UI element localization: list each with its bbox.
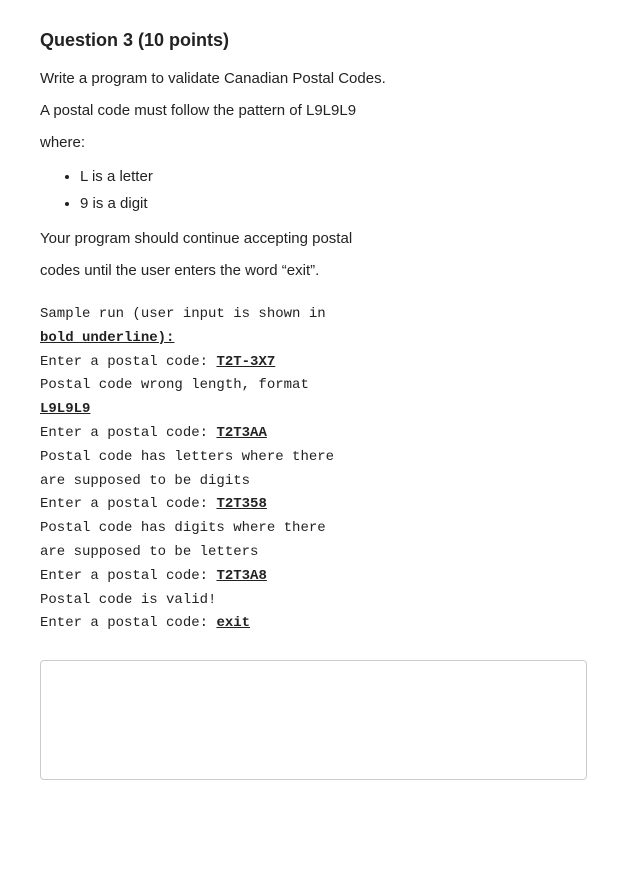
enter-prompt-1: Enter a postal code: (40, 354, 216, 370)
code-box[interactable] (40, 660, 587, 780)
description-line3: where: (40, 131, 587, 155)
enter-prompt-4: Enter a postal code: (40, 568, 216, 584)
description-line5: codes until the user enters the word “ex… (40, 259, 587, 283)
enter-prompt-5: Enter a postal code: (40, 615, 216, 631)
user-input-3: T2T358 (216, 496, 266, 512)
sample-line-11: Enter a postal code: exit (40, 612, 587, 636)
bold-underline-label: bold underline): (40, 330, 174, 346)
enter-prompt-2: Enter a postal code: (40, 425, 216, 441)
sample-run-header-line1: Sample run (user input is shown in (40, 303, 587, 327)
valid-msg: Postal code is valid! (40, 592, 216, 608)
sample-line-5: are supposed to be digits (40, 470, 587, 494)
sample-line-9: Enter a postal code: T2T3A8 (40, 565, 587, 589)
sample-line-3: Enter a postal code: T2T3AA (40, 422, 587, 446)
format-label: L9L9L9 (40, 401, 90, 417)
user-input-5: exit (216, 615, 250, 631)
supposed-letters-msg: are supposed to be letters (40, 544, 258, 560)
sample-run-header-line2: bold underline): (40, 327, 587, 351)
wrong-length-msg: Postal code wrong length, format (40, 377, 309, 393)
description-line1: Write a program to validate Canadian Pos… (40, 67, 587, 91)
description-line2: A postal code must follow the pattern of… (40, 99, 587, 123)
bullet-list: L is a letter 9 is a digit (80, 163, 587, 217)
user-input-2: T2T3AA (216, 425, 266, 441)
user-input-1: T2T-3X7 (216, 354, 275, 370)
sample-line-1: Enter a postal code: T2T-3X7 (40, 351, 587, 375)
digits-where-msg: Postal code has digits where there (40, 520, 326, 536)
description-line4: Your program should continue accepting p… (40, 227, 587, 251)
bullet-item-letter: L is a letter (80, 163, 587, 190)
bullet-item-digit: 9 is a digit (80, 190, 587, 217)
sample-run-label: Sample run (user input is shown in (40, 306, 326, 322)
enter-prompt-3: Enter a postal code: (40, 496, 216, 512)
sample-line-10: Postal code is valid! (40, 589, 587, 613)
user-input-4: T2T3A8 (216, 568, 266, 584)
sample-line-6: Enter a postal code: T2T358 (40, 493, 587, 517)
sample-line-8: are supposed to be letters (40, 541, 587, 565)
sample-line-4: Postal code has letters where there (40, 446, 587, 470)
sample-run-section: Sample run (user input is shown in bold … (40, 303, 587, 636)
supposed-digits-msg: are supposed to be digits (40, 473, 250, 489)
question-title: Question 3 (10 points) (40, 30, 587, 51)
sample-line-2: Postal code wrong length, format (40, 374, 587, 398)
sample-line-7: Postal code has digits where there (40, 517, 587, 541)
sample-line-2b: L9L9L9 (40, 398, 587, 422)
letters-where-msg: Postal code has letters where there (40, 449, 334, 465)
